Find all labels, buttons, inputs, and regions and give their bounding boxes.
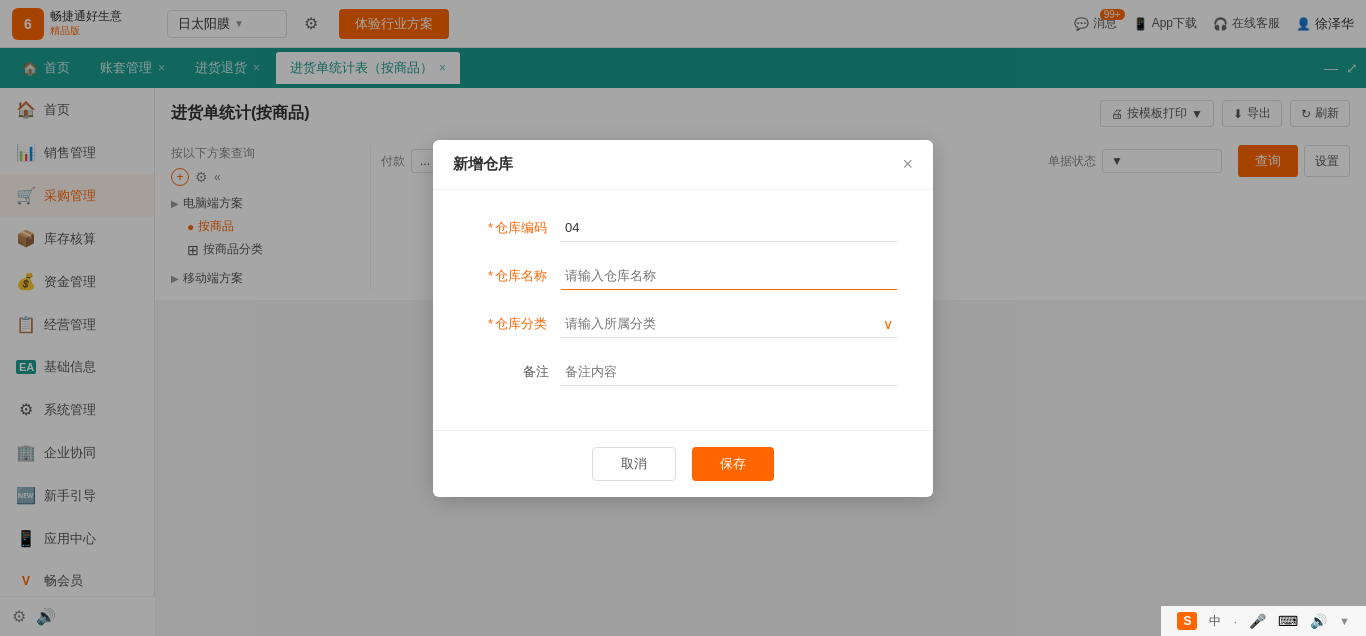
form-row-name: *仓库名称 [469, 262, 897, 290]
dot-separator: · [1233, 614, 1237, 629]
category-label: *仓库分类 [469, 315, 549, 333]
cancel-button[interactable]: 取消 [592, 447, 676, 481]
note-label: 备注 [469, 363, 549, 381]
dropdown-arrow-icon[interactable]: ▼ [1339, 615, 1350, 627]
name-input[interactable] [561, 262, 897, 290]
category-input[interactable] [561, 310, 897, 338]
dialog-footer: 取消 保存 [433, 430, 933, 497]
modal-overlay[interactable]: 新增仓库 × *仓库编码 *仓库名称 *仓库分类 [0, 0, 1366, 636]
dialog-header: 新增仓库 × [433, 140, 933, 190]
code-input[interactable] [561, 214, 897, 242]
category-select-wrap: ∨ [561, 310, 897, 338]
chinese-input-icon[interactable]: 中 [1209, 613, 1221, 630]
note-input[interactable] [561, 358, 897, 386]
form-row-category: *仓库分类 ∨ [469, 310, 897, 338]
name-label: *仓库名称 [469, 267, 549, 285]
dialog-body: *仓库编码 *仓库名称 *仓库分类 ∨ [433, 190, 933, 430]
mic-icon[interactable]: 🎤 [1249, 613, 1266, 629]
save-button[interactable]: 保存 [692, 447, 774, 481]
keyboard-icon[interactable]: ⌨ [1278, 613, 1298, 629]
shuang-icon: S [1177, 612, 1197, 630]
dialog-title: 新增仓库 [453, 155, 513, 174]
new-warehouse-dialog: 新增仓库 × *仓库编码 *仓库名称 *仓库分类 [433, 140, 933, 497]
code-label: *仓库编码 [469, 219, 549, 237]
form-row-note: 备注 [469, 358, 897, 386]
dialog-close-button[interactable]: × [902, 154, 913, 175]
volume-icon[interactable]: 🔊 [1310, 613, 1327, 629]
bottom-bar: S 中 · 🎤 ⌨ 🔊 ▼ [1161, 606, 1366, 636]
form-row-code: *仓库编码 [469, 214, 897, 242]
